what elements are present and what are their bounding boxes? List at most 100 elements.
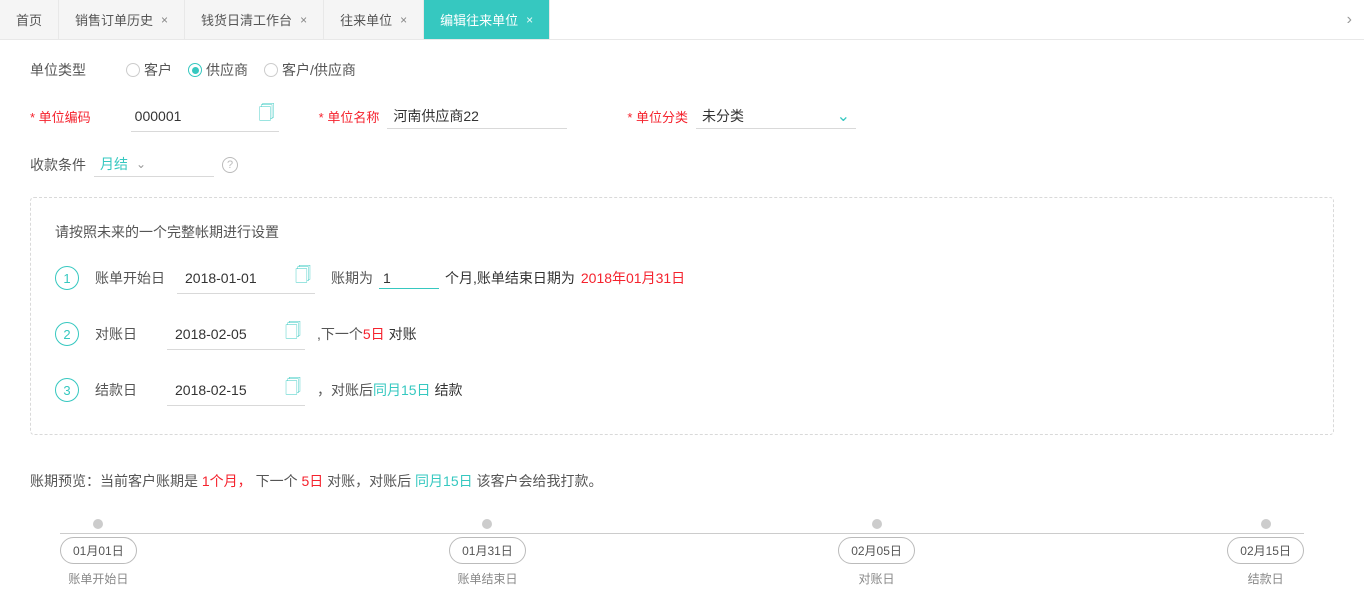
period-payment-day: 同月15日 [373,380,431,400]
period-months-suffix: 个月,账单结束日期为 [445,268,575,288]
radio-supplier-circle [188,63,202,77]
radio-customer-circle [126,63,140,77]
period-hint-2b: 对账 [389,324,417,344]
preview-part3-suffix: 该客户会给我打款。 [477,473,603,489]
unit-info-row: * 单位编码 🗍 * 单位名称 * 单位分类 未分类 ⌄ [30,100,1334,132]
unit-category-dropdown[interactable]: 未分类 ⌄ [696,104,856,129]
radio-customer[interactable]: 客户 [126,60,172,80]
period-date-1-input[interactable] [181,268,291,288]
period-date-3-cal-icon[interactable]: 🗍 [285,376,301,403]
timeline-badge-3: 02月05日 [838,537,915,564]
payment-help-icon[interactable]: ? [222,157,238,173]
timeline-node-1: 01月01日 账单开始日 [60,519,137,587]
tab-cash-work-close[interactable]: × [300,13,307,27]
unit-name-label: * 单位名称 [319,107,380,126]
tab-sales-history-label: 销售订单历史 [75,10,153,29]
radio-supplier-label: 供应商 [206,60,248,80]
unit-code-field: 🗍 [131,100,279,132]
tab-partner-close[interactable]: × [400,13,407,27]
payment-label: 收款条件 [30,155,86,175]
period-reconcile-day: 5日 [363,324,385,344]
radio-supplier[interactable]: 供应商 [188,60,248,80]
period-row-1: 1 账单开始日 🗍 账期为 个月,账单结束日期为 2018年01月31日 [55,262,1309,294]
period-hint-2a: ,下一个 [317,324,363,344]
timeline-node-4: 02月15日 结款日 [1227,519,1304,587]
period-box: 请按照未来的一个完整帐期进行设置 1 账单开始日 🗍 账期为 个月,账单结束日期… [30,197,1334,435]
period-date-1: 🗍 [177,262,315,294]
preview-section: 账期预览：当前客户账期是 1个月， 下一个 5日 对账，对账后 同月15日 该客… [30,455,1334,587]
unit-code-input[interactable] [135,108,255,124]
timeline-dot-4 [1261,519,1271,529]
main-content: 单位类型 客户 供应商 客户/供应商 * 单位编码 🗍 * 单位名称 * 单位分… [0,40,1364,608]
timeline-dot-3 [872,519,882,529]
period-label-3: 结款日 [95,380,155,400]
radio-both-label: 客户/供应商 [282,60,356,80]
tab-edit-partner-close[interactable]: × [526,13,533,27]
period-num-3: 3 [55,378,79,402]
tab-expand-button[interactable]: › [1335,0,1364,39]
tab-sales-history-close[interactable]: × [161,13,168,27]
radio-customer-label: 客户 [144,60,172,80]
period-end-date: 2018年01月31日 [581,268,685,288]
tab-bar: 首页 销售订单历史 × 钱货日清工作台 × 往来单位 × 编辑往来单位 × › [0,0,1364,40]
unit-category-label: * 单位分类 [627,107,688,126]
preview-part2-suffix: 对账，对账后 [327,473,411,489]
period-hint-1: 账期为 [331,268,373,288]
period-label-1: 账单开始日 [95,268,165,288]
period-label-2: 对账日 [95,324,155,344]
timeline-container: 01月01日 账单开始日 01月31日 账单结束日 02月05日 对账日 [30,519,1334,587]
tab-edit-partner-label: 编辑往来单位 [440,10,518,29]
timeline-badge-4: 02月15日 [1227,537,1304,564]
unit-category-value: 未分类 [702,106,829,126]
period-date-1-cal-icon[interactable]: 🗍 [295,264,311,291]
timeline-label-2: 账单结束日 [457,570,517,587]
tab-home[interactable]: 首页 [0,0,59,39]
period-date-2: 🗍 [167,318,305,350]
unit-code-icon[interactable]: 🗍 [259,102,275,129]
unit-code-label: * 单位编码 [30,107,91,126]
preview-part1: 1个月， [202,473,252,489]
period-hint-3a: ，对账后 [317,380,373,400]
preview-part3-highlight: 同月15日 [415,473,473,489]
timeline-badge-1: 01月01日 [60,537,137,564]
tab-sales-history[interactable]: 销售订单历史 × [59,0,185,39]
timeline-dot-2 [482,519,492,529]
period-date-2-input[interactable] [171,324,281,344]
tab-cash-work[interactable]: 钱货日清工作台 × [185,0,324,39]
period-num-2: 2 [55,322,79,346]
preview-part2-highlight: 5日 [301,473,323,489]
timeline-node-3: 02月05日 对账日 [838,519,915,587]
period-box-title: 请按照未来的一个完整帐期进行设置 [55,222,1309,242]
unit-type-label: 单位类型 [30,60,86,80]
radio-both-circle [264,63,278,77]
period-months-input[interactable] [379,268,439,289]
timeline-badge-2: 01月31日 [449,537,526,564]
unit-name-input[interactable] [387,104,567,129]
radio-group-unit-type: 客户 供应商 客户/供应商 [126,60,356,80]
tab-partner[interactable]: 往来单位 × [324,0,424,39]
chevron-down-icon: ⌄ [837,106,850,126]
period-date-3: 🗍 [167,374,305,406]
period-row-2: 2 对账日 🗍 ,下一个 5日 对账 [55,318,1309,350]
tab-edit-partner[interactable]: 编辑往来单位 × [424,0,550,39]
preview-text: 账期预览：当前客户账期是 1个月， 下一个 5日 对账，对账后 同月15日 该客… [30,471,1334,491]
period-date-3-input[interactable] [171,380,281,400]
timeline-label-4: 结款日 [1248,570,1284,587]
period-hint-3b: 结款 [435,380,463,400]
preview-part2-prefix: 下一个 [256,473,298,489]
radio-both[interactable]: 客户/供应商 [264,60,356,80]
period-row-3: 3 结款日 🗍 ，对账后 同月15日 结款 [55,374,1309,406]
tab-cash-work-label: 钱货日清工作台 [201,10,292,29]
payment-row: 收款条件 月结 ⌄ ? [30,152,1334,177]
timeline-label-3: 对账日 [859,570,895,587]
timeline-label-1: 账单开始日 [68,570,128,587]
period-num-1: 1 [55,266,79,290]
tab-partner-label: 往来单位 [340,10,392,29]
payment-chevron-icon: ⌄ [136,157,146,171]
payment-dropdown[interactable]: 月结 ⌄ [94,152,214,177]
payment-value: 月结 [100,154,128,174]
timeline-node-2: 01月31日 账单结束日 [449,519,526,587]
period-date-2-cal-icon[interactable]: 🗍 [285,320,301,347]
timeline-dot-1 [93,519,103,529]
unit-type-row: 单位类型 客户 供应商 客户/供应商 [30,60,1334,80]
